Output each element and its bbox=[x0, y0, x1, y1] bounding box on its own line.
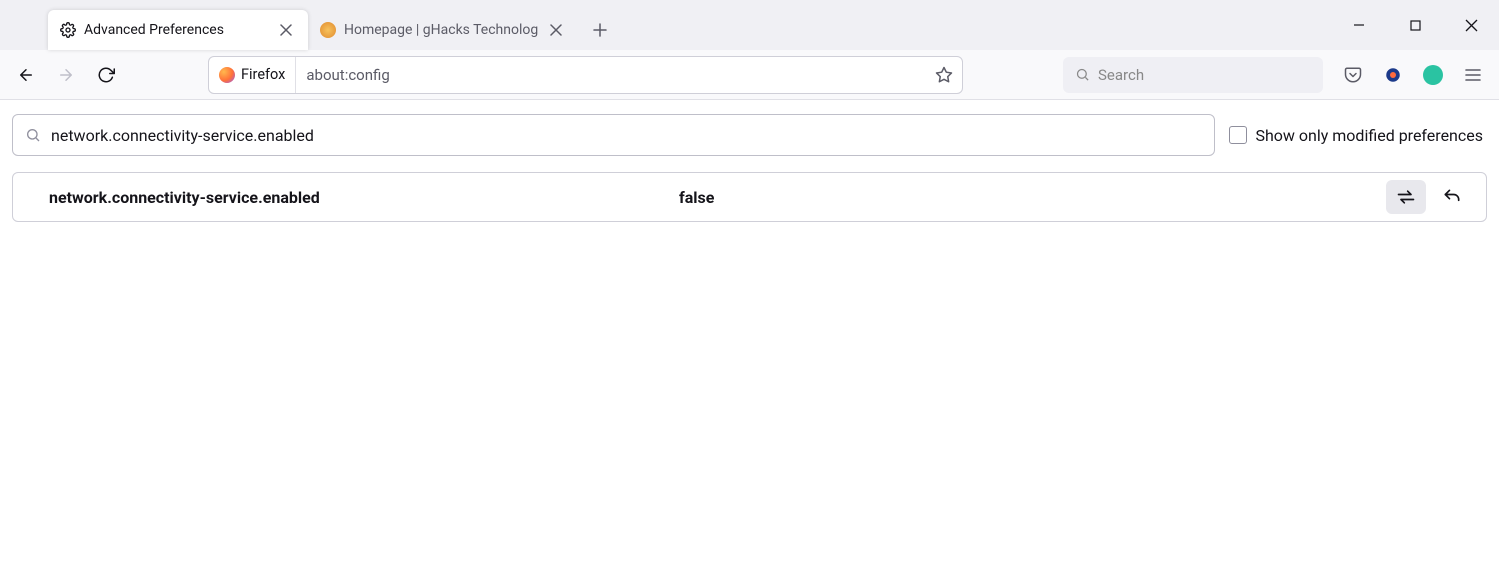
search-box[interactable]: Search bbox=[1063, 57, 1323, 93]
window-controls bbox=[1331, 0, 1499, 50]
avatar-dot-icon bbox=[1423, 65, 1443, 85]
preference-actions bbox=[1386, 180, 1472, 214]
reload-button[interactable] bbox=[88, 57, 124, 93]
undo-icon bbox=[1442, 187, 1462, 207]
bookmark-star-icon[interactable] bbox=[926, 66, 962, 84]
close-icon[interactable] bbox=[276, 20, 296, 40]
identity-box[interactable]: Firefox bbox=[209, 57, 296, 93]
about-config-content: Show only modified preferences network.c… bbox=[0, 100, 1499, 236]
minimize-button[interactable] bbox=[1331, 1, 1387, 49]
preference-search-row: Show only modified preferences bbox=[12, 114, 1487, 156]
address-text[interactable]: about:config bbox=[296, 66, 926, 84]
identity-label: Firefox bbox=[241, 66, 285, 83]
preference-name: network.connectivity-service.enabled bbox=[27, 188, 667, 207]
preference-value: false bbox=[679, 188, 1374, 207]
tab-title: Homepage | gHacks Technolog bbox=[344, 22, 538, 38]
nav-toolbar: Firefox about:config Search bbox=[0, 50, 1499, 100]
gear-icon bbox=[60, 22, 76, 38]
show-modified-only-label: Show only modified preferences bbox=[1255, 126, 1483, 145]
new-tab-button[interactable] bbox=[584, 14, 616, 46]
forward-button[interactable] bbox=[48, 57, 84, 93]
back-button[interactable] bbox=[8, 57, 44, 93]
extension-icon[interactable] bbox=[1375, 57, 1411, 93]
ghacks-icon bbox=[320, 22, 336, 38]
preference-row[interactable]: network.connectivity-service.enabled fal… bbox=[13, 173, 1486, 221]
reset-button[interactable] bbox=[1432, 180, 1472, 214]
titlebar: Advanced Preferences Homepage | gHacks T… bbox=[0, 0, 1499, 50]
preference-table: network.connectivity-service.enabled fal… bbox=[12, 172, 1487, 222]
tab-ghacks[interactable]: Homepage | gHacks Technolog bbox=[308, 10, 578, 50]
toggle-arrows-icon bbox=[1396, 187, 1416, 207]
url-bar[interactable]: Firefox about:config bbox=[208, 56, 963, 94]
app-menu-button[interactable] bbox=[1455, 57, 1491, 93]
search-placeholder: Search bbox=[1098, 66, 1144, 84]
close-icon[interactable] bbox=[546, 20, 566, 40]
close-window-button[interactable] bbox=[1443, 1, 1499, 49]
firefox-icon bbox=[219, 67, 235, 83]
checkbox-icon[interactable] bbox=[1229, 126, 1247, 144]
search-icon bbox=[25, 127, 41, 143]
maximize-button[interactable] bbox=[1387, 1, 1443, 49]
preference-search-input[interactable] bbox=[51, 126, 1202, 145]
preference-search-box[interactable] bbox=[12, 114, 1215, 156]
search-icon bbox=[1075, 67, 1090, 82]
toggle-button[interactable] bbox=[1386, 180, 1426, 214]
tab-strip: Advanced Preferences Homepage | gHacks T… bbox=[0, 0, 616, 50]
pocket-icon[interactable] bbox=[1335, 57, 1371, 93]
show-modified-only-toggle[interactable]: Show only modified preferences bbox=[1229, 126, 1487, 145]
tab-title: Advanced Preferences bbox=[84, 22, 268, 38]
account-avatar[interactable] bbox=[1415, 57, 1451, 93]
tab-advanced-preferences[interactable]: Advanced Preferences bbox=[48, 10, 308, 50]
